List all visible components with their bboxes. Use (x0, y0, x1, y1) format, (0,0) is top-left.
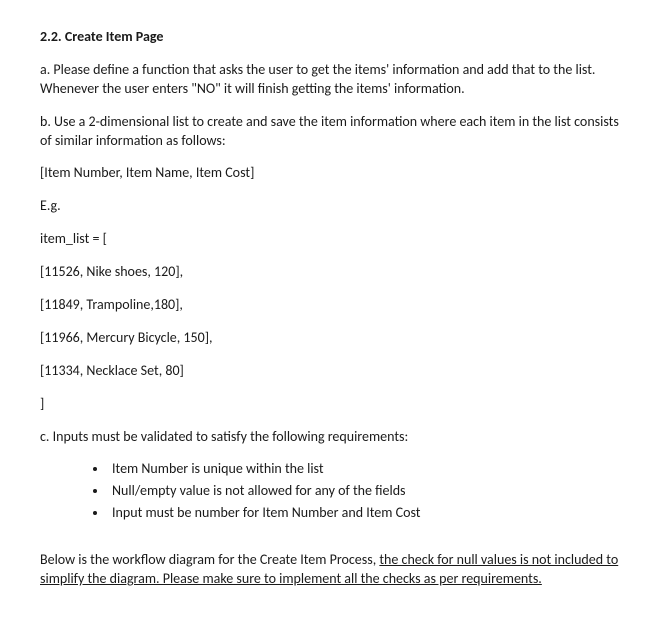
footer-lead-text: Below is the workflow diagram for the Cr… (40, 551, 379, 568)
example-label: E.g. (40, 197, 621, 216)
list-row: [11849, Trampoline,180], (40, 296, 621, 315)
list-open: item_list = [ (40, 230, 621, 249)
bullet-item: Input must be number for Item Number and… (108, 504, 621, 523)
bullet-item: Null/empty value is not allowed for any … (108, 482, 621, 501)
list-row: [11334, Necklace Set, 80] (40, 362, 621, 381)
validation-bullet-list: Item Number is unique within the list Nu… (108, 460, 621, 523)
paragraph-a: a. Please define a function that asks th… (40, 61, 621, 99)
schema-line: [Item Number, Item Name, Item Cost] (40, 164, 621, 183)
section-heading: 2.2. Create Item Page (40, 28, 621, 47)
list-row: [11966, Mercury Bicycle, 150], (40, 329, 621, 348)
footer-paragraph: Below is the workflow diagram for the Cr… (40, 551, 621, 589)
list-close: ] (40, 395, 621, 414)
paragraph-c: c. Inputs must be validated to satisfy t… (40, 428, 621, 447)
bullet-item: Item Number is unique within the list (108, 460, 621, 479)
list-row: [11526, Nike shoes, 120], (40, 263, 621, 282)
paragraph-b: b. Use a 2-dimensional list to create an… (40, 113, 621, 151)
